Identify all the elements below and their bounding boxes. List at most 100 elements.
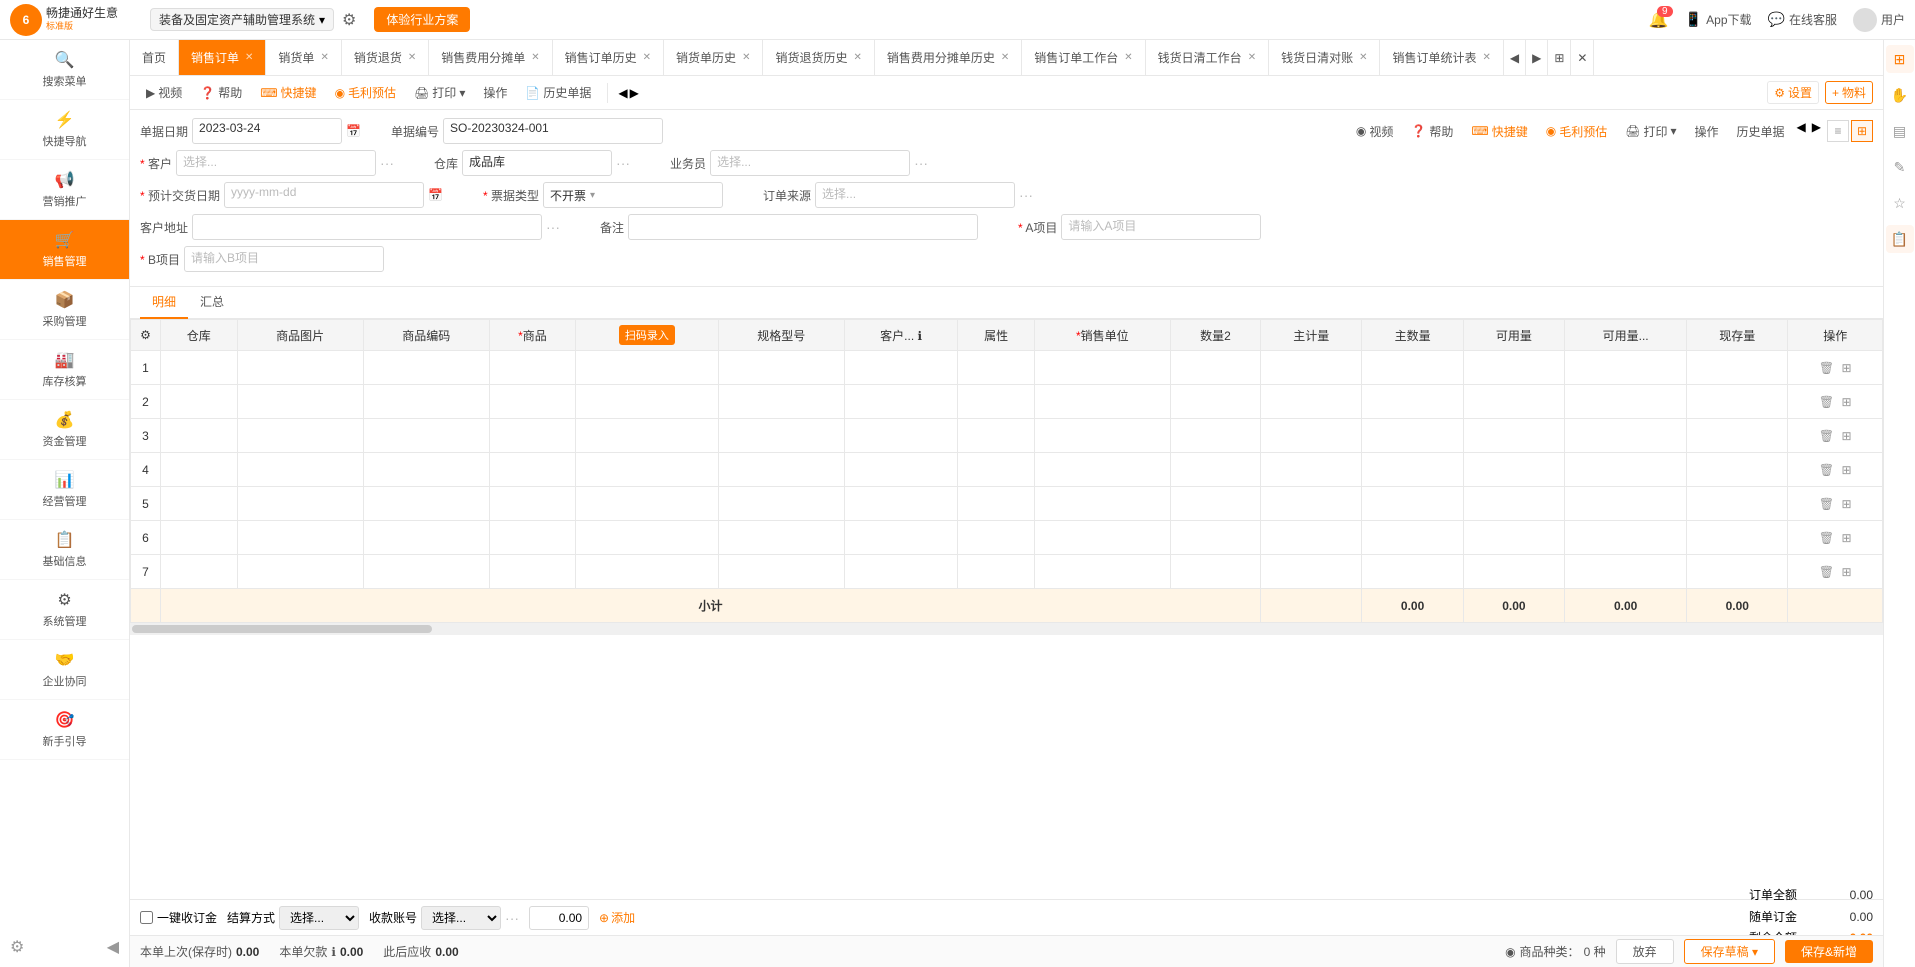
user-avatar[interactable]: 用户 xyxy=(1853,8,1905,32)
row6-delete-icon[interactable]: 🗑 xyxy=(1819,531,1834,545)
row2-main-qty[interactable] xyxy=(1362,385,1463,419)
profit-btn[interactable]: ◉ 毛利预估 xyxy=(329,82,403,103)
row7-image[interactable] xyxy=(237,555,363,589)
row2-scan[interactable] xyxy=(576,385,719,419)
row3-stock[interactable] xyxy=(1687,419,1788,453)
row4-product[interactable] xyxy=(489,453,575,487)
row2-warehouse[interactable] xyxy=(161,385,238,419)
row7-main-qty[interactable] xyxy=(1362,555,1463,589)
col-settings[interactable]: ⚙ xyxy=(131,320,161,351)
row6-actions[interactable]: 🗑 ⊞ xyxy=(1788,521,1883,555)
row7-unit[interactable] xyxy=(1034,555,1170,589)
row3-delete-icon[interactable]: 🗑 xyxy=(1819,429,1834,443)
row3-available2[interactable] xyxy=(1565,419,1687,453)
app-download[interactable]: 📱 App下载 xyxy=(1685,11,1752,28)
row6-main-unit[interactable] xyxy=(1261,521,1362,555)
row4-unit[interactable] xyxy=(1034,453,1170,487)
row1-customer-code[interactable] xyxy=(844,351,958,385)
row6-unit[interactable] xyxy=(1034,521,1170,555)
row5-attributes[interactable] xyxy=(958,487,1035,521)
staff-expand[interactable]: ··· xyxy=(914,155,928,171)
print-action-btn[interactable]: 🖨 打印 ▾ xyxy=(1619,120,1682,142)
system-title-selector[interactable]: 装备及固定资产辅助管理系统 ▾ xyxy=(150,8,334,31)
row5-image[interactable] xyxy=(237,487,363,521)
calendar2-icon[interactable]: 📅 xyxy=(428,188,443,202)
row5-spec[interactable] xyxy=(718,487,844,521)
tab-close-all-btn[interactable]: ✕ xyxy=(1571,40,1594,76)
tab-sales-order[interactable]: 销售订单 ✕ xyxy=(179,40,266,76)
row5-available1[interactable] xyxy=(1463,487,1564,521)
row2-copy-icon[interactable]: ⊞ xyxy=(1842,395,1852,409)
row7-main-unit[interactable] xyxy=(1261,555,1362,589)
row1-image[interactable] xyxy=(237,351,363,385)
delivery-date-input[interactable]: yyyy-mm-dd xyxy=(224,182,424,208)
row5-actions[interactable]: 🗑 ⊞ xyxy=(1788,487,1883,521)
tab-sales-stats[interactable]: 销售订单统计表 ✕ xyxy=(1380,40,1503,76)
row2-qty2[interactable] xyxy=(1170,385,1260,419)
row7-available2[interactable] xyxy=(1565,555,1687,589)
row6-customer-code[interactable] xyxy=(844,521,958,555)
row1-available1[interactable] xyxy=(1463,351,1564,385)
tab-close-sales-invoice[interactable]: ✕ xyxy=(320,52,328,63)
row6-image[interactable] xyxy=(237,521,363,555)
row4-actions[interactable]: 🗑 ⊞ xyxy=(1788,453,1883,487)
row2-delete-icon[interactable]: 🗑 xyxy=(1819,395,1834,409)
operate-action-btn[interactable]: 操作 xyxy=(1689,120,1725,142)
row4-customer-code[interactable] xyxy=(844,453,958,487)
sidebar-item-operations[interactable]: 📊 经营管理 xyxy=(0,460,129,520)
row3-available1[interactable] xyxy=(1463,419,1564,453)
settings-icon[interactable]: ⚙ xyxy=(334,10,364,30)
horizontal-scrollbar[interactable] xyxy=(130,623,1883,635)
row4-scan[interactable] xyxy=(576,453,719,487)
tab-close-cash-workbench[interactable]: ✕ xyxy=(1248,52,1256,63)
row1-main-unit[interactable] xyxy=(1261,351,1362,385)
row3-customer-code[interactable] xyxy=(844,419,958,453)
row3-copy-icon[interactable]: ⊞ xyxy=(1842,429,1852,443)
tab-close-sales-workbench[interactable]: ✕ xyxy=(1124,52,1132,63)
sidebar-item-finance[interactable]: 💰 资金管理 xyxy=(0,400,129,460)
tab-cash-workbench[interactable]: 钱货日清工作台 ✕ xyxy=(1146,40,1269,76)
tab-close-sales-return[interactable]: ✕ xyxy=(408,52,416,63)
tab-more-btn[interactable]: ⊞ xyxy=(1548,40,1571,76)
sidebar-item-sales[interactable]: 🛒 销售管理 xyxy=(0,220,129,280)
row6-main-qty[interactable] xyxy=(1362,521,1463,555)
row1-code[interactable] xyxy=(363,351,489,385)
sidebar-item-guide[interactable]: 🎯 新手引导 xyxy=(0,700,129,760)
row7-customer-code[interactable] xyxy=(844,555,958,589)
add-settlement-btn[interactable]: ⊕ 添加 xyxy=(599,909,635,926)
row2-available2[interactable] xyxy=(1565,385,1687,419)
view-action-btn[interactable]: ◉ 视频 xyxy=(1350,120,1400,142)
row2-stock[interactable] xyxy=(1687,385,1788,419)
tab-sales-invoice-history[interactable]: 销货单历史 ✕ xyxy=(664,40,763,76)
row6-available2[interactable] xyxy=(1565,521,1687,555)
row2-code[interactable] xyxy=(363,385,489,419)
order-source-input[interactable]: 选择... xyxy=(815,182,1015,208)
sidebar-item-quicknav[interactable]: ⚡ 快捷导航 xyxy=(0,100,129,160)
row5-customer-code[interactable] xyxy=(844,487,958,521)
row4-available1[interactable] xyxy=(1463,453,1564,487)
row1-warehouse[interactable] xyxy=(161,351,238,385)
row7-actions[interactable]: 🗑 ⊞ xyxy=(1788,555,1883,589)
warehouse-input[interactable]: 成品库 xyxy=(462,150,612,176)
notification-bell[interactable]: 🔔 9 xyxy=(1649,10,1669,30)
row1-spec[interactable] xyxy=(718,351,844,385)
tab-close-sales-order-history[interactable]: ✕ xyxy=(643,52,651,63)
bank-no-expand[interactable]: ··· xyxy=(505,910,519,926)
row6-product[interactable] xyxy=(489,521,575,555)
sidebar-item-enterprise[interactable]: 🤝 企业协同 xyxy=(0,640,129,700)
row4-code[interactable] xyxy=(363,453,489,487)
customer-input[interactable]: 选择... xyxy=(176,150,376,176)
row4-stock[interactable] xyxy=(1687,453,1788,487)
one-click-settle-input[interactable] xyxy=(140,911,153,924)
tab-sales-workbench[interactable]: 销售订单工作台 ✕ xyxy=(1022,40,1145,76)
row7-spec[interactable] xyxy=(718,555,844,589)
sidebar-item-system[interactable]: ⚙ 系统管理 xyxy=(0,580,129,640)
a-project-input[interactable]: 请输入A项目 xyxy=(1061,214,1261,240)
row2-product[interactable] xyxy=(489,385,575,419)
row5-qty2[interactable] xyxy=(1170,487,1260,521)
row1-actions[interactable]: 🗑 ⊞ xyxy=(1788,351,1883,385)
row6-code[interactable] xyxy=(363,521,489,555)
staff-input[interactable]: 选择... xyxy=(710,150,910,176)
payment-method-select[interactable]: 选择... xyxy=(279,906,359,930)
tab-sales-expense-history[interactable]: 销售费用分摊单历史 ✕ xyxy=(875,40,1022,76)
